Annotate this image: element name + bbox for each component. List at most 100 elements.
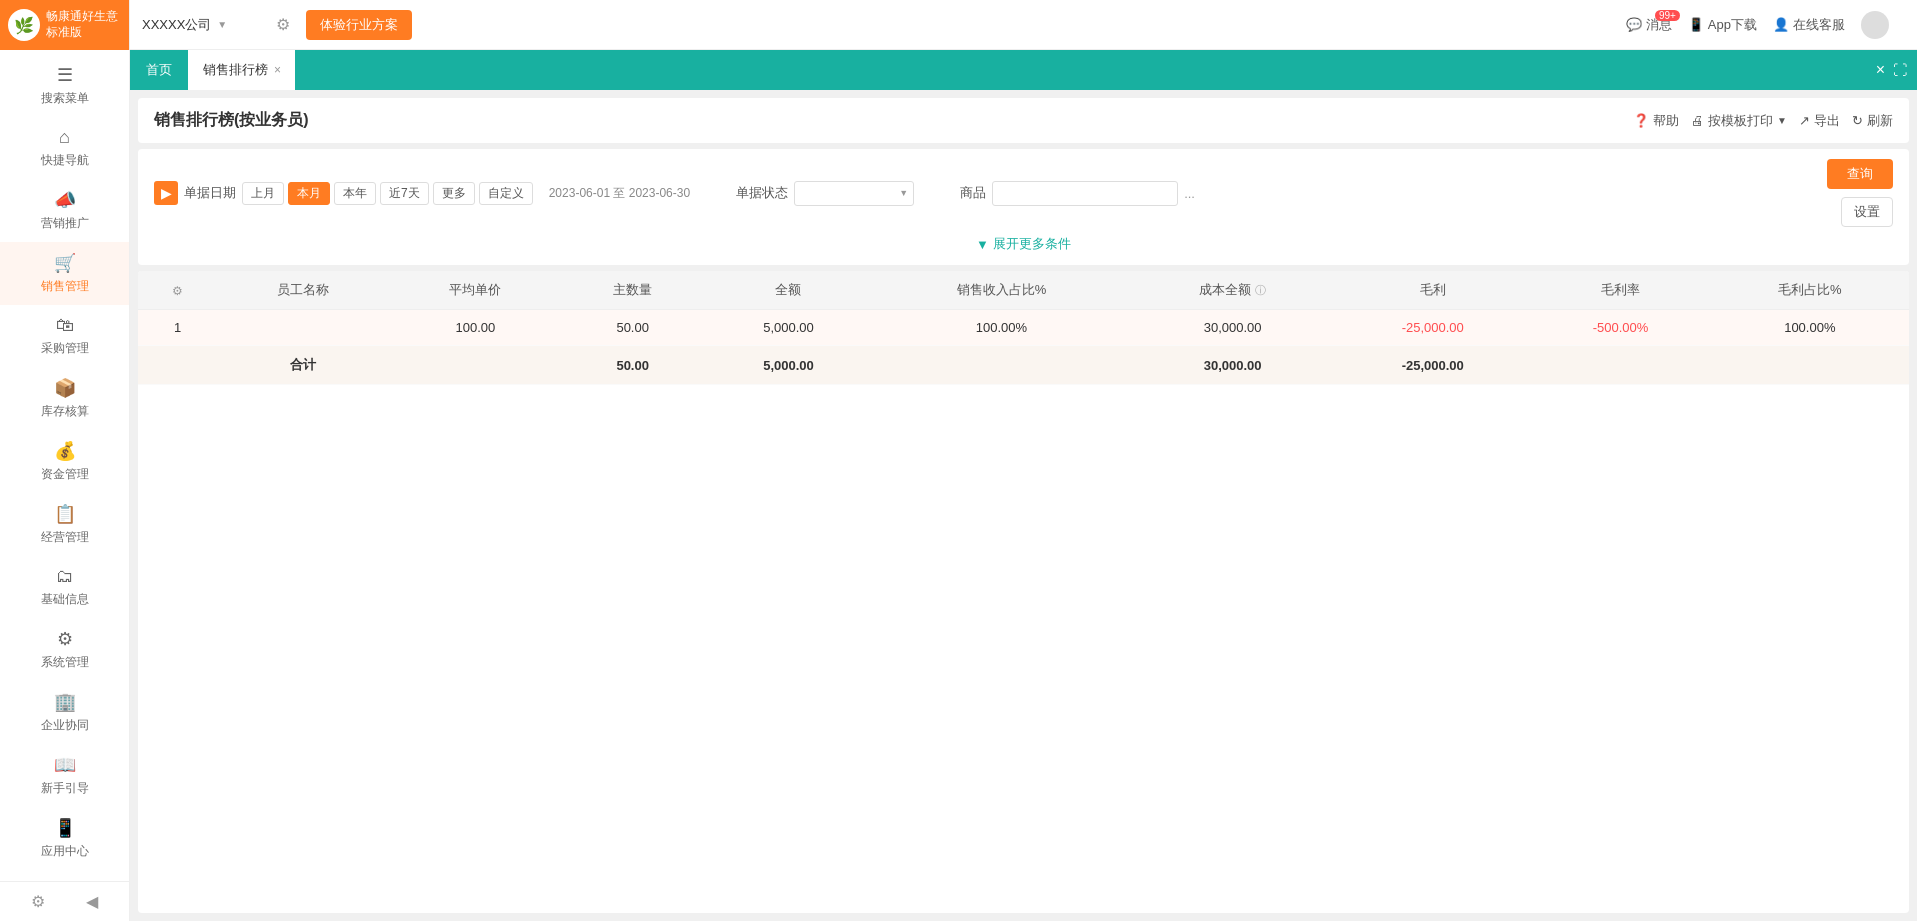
cell-gross-pct: 100.00% (1711, 310, 1909, 346)
date-range-btns: 上月 本月 本年 近7天 更多 自定义 (242, 182, 533, 205)
settings-btn[interactable]: 设置 (1841, 197, 1893, 227)
footer-label (138, 346, 217, 385)
table-area: ⚙ 员工名称 平均单价 主数量 全额 销售收入占比% 成本全额 ⓘ 毛利 毛利率 (138, 271, 1909, 913)
th-amount: 全额 (704, 271, 873, 310)
operation-icon: 📋 (54, 503, 76, 525)
footer-amount: 5,000.00 (704, 346, 873, 385)
date-btn-this-month[interactable]: 本月 (288, 182, 330, 205)
message-btn[interactable]: 💬 消息 99+ (1626, 16, 1672, 34)
th-gross-pct: 毛利占比% (1711, 271, 1909, 310)
footer-avg-price (389, 346, 561, 385)
sidebar-item-search[interactable]: ☰ 搜索菜单 (0, 54, 129, 117)
date-btn-last-month[interactable]: 上月 (242, 182, 284, 205)
sidebar-item-sales[interactable]: 🛒 销售管理 (0, 242, 129, 305)
date-btn-7days[interactable]: 近7天 (380, 182, 429, 205)
date-btn-this-year[interactable]: 本年 (334, 182, 376, 205)
footer-gross-rate (1530, 346, 1710, 385)
tabbar: 首页 销售排行榜 × × ⛶ (130, 50, 1917, 90)
close-window-icon[interactable]: × (1876, 61, 1885, 79)
footer-sales-pct (873, 346, 1130, 385)
cell-cost: 30,000.00 (1130, 310, 1335, 346)
data-table: ⚙ 员工名称 平均单价 主数量 全额 销售收入占比% 成本全额 ⓘ 毛利 毛利率 (138, 271, 1909, 385)
th-gross: 毛利 (1335, 271, 1530, 310)
date-btn-custom[interactable]: 自定义 (479, 182, 533, 205)
expand-window-icon[interactable]: ⛶ (1893, 62, 1907, 78)
export-btn[interactable]: ↗ 导出 (1799, 112, 1840, 130)
app-logo: 🌿 畅康通好生意 标准版 (0, 0, 129, 50)
sidebar-item-app-center[interactable]: 📱 应用中心 (0, 807, 129, 870)
sidebar-item-guide[interactable]: 📖 新手引导 (0, 744, 129, 807)
status-select[interactable] (794, 181, 914, 206)
sidebar-item-wechat[interactable]: 💬 企业微信 (0, 870, 129, 881)
app-download-btn[interactable]: 📱 App下载 (1688, 16, 1757, 34)
system-icon: ⚙ (57, 628, 73, 650)
sales-icon: 🛒 (54, 252, 76, 274)
th-rank: ⚙ (138, 271, 217, 310)
th-sales-pct: 销售收入占比% (873, 271, 1130, 310)
page-title: 销售排行榜(按业务员) (154, 110, 309, 131)
sidebar-item-basic[interactable]: 🗂 基础信息 (0, 556, 129, 618)
table-footer-row: 合计 50.00 5,000.00 30,000.00 -25,000.00 (138, 346, 1909, 385)
topbar-right: 💬 消息 99+ 📱 App下载 👤 在线客服 (1626, 11, 1905, 39)
cell-rank: 1 (138, 310, 217, 346)
refresh-btn[interactable]: ↻ 刷新 (1852, 112, 1893, 130)
th-gross-rate: 毛利率 (1530, 271, 1710, 310)
company-selector[interactable]: XXXXX公司 ▼ (142, 16, 262, 34)
filter-right-actions: 查询 设置 (1827, 159, 1893, 227)
sidebar-nav: ☰ 搜索菜单 ⌂ 快捷导航 📣 营销推广 🛒 销售管理 🛍 采购管理 📦 库存核… (0, 50, 129, 881)
finance-icon: 💰 (54, 440, 76, 462)
help-btn[interactable]: ❓ 帮助 (1633, 112, 1679, 130)
th-cost: 成本全额 ⓘ (1130, 271, 1335, 310)
content-area: 销售排行榜(按业务员) ❓ 帮助 🖨 按模板打印 ▼ ↗ 导出 ↻ 刷新 (130, 90, 1917, 921)
company-dropdown-arrow: ▼ (217, 19, 227, 30)
company-name: XXXXX公司 (142, 16, 211, 34)
export-icon: ↗ (1799, 113, 1810, 128)
settings-icon[interactable]: ⚙ (172, 284, 183, 298)
collapse-sidebar-btn[interactable]: ◀ (86, 892, 98, 911)
print-btn[interactable]: 🖨 按模板打印 ▼ (1691, 112, 1787, 130)
basic-icon: 🗂 (56, 566, 74, 587)
filter-row-1: ▶ 单据日期 上月 本月 本年 近7天 更多 自定义 2023-06-01 至 … (154, 159, 1893, 227)
expand-more-btn[interactable]: ▼ 展开更多条件 (976, 235, 1071, 253)
online-service-btn[interactable]: 👤 在线客服 (1773, 16, 1845, 34)
purchase-icon: 🛍 (56, 315, 74, 336)
tab-home[interactable]: 首页 (130, 50, 188, 90)
sidebar-item-enterprise[interactable]: 🏢 企业协同 (0, 681, 129, 744)
logo-text: 畅康通好生意 标准版 (46, 9, 118, 40)
trial-btn[interactable]: 体验行业方案 (306, 10, 412, 40)
tabbar-actions: × ⛶ (1866, 61, 1917, 79)
status-filter: 单据状态 (736, 181, 914, 206)
date-btn-more[interactable]: 更多 (433, 182, 475, 205)
sidebar-item-marketing[interactable]: 📣 营销推广 (0, 179, 129, 242)
th-avg-price: 平均单价 (389, 271, 561, 310)
home-icon: ⌂ (59, 127, 70, 148)
sidebar-item-inventory[interactable]: 📦 库存核算 (0, 367, 129, 430)
tab-close-icon[interactable]: × (274, 63, 281, 77)
tab-label: 销售排行榜 (203, 61, 268, 79)
date-filter: ▶ 单据日期 上月 本月 本年 近7天 更多 自定义 (154, 181, 533, 205)
cost-info-icon[interactable]: ⓘ (1255, 284, 1266, 296)
query-btn[interactable]: 查询 (1827, 159, 1893, 189)
message-icon: 💬 (1626, 17, 1642, 32)
sidebar-item-quick-nav[interactable]: ⌂ 快捷导航 (0, 117, 129, 179)
more-filter-dots[interactable]: ... (1184, 186, 1195, 201)
search-menu-icon: ☰ (57, 64, 73, 86)
settings-footer-btn[interactable]: ⚙ (31, 892, 45, 911)
tab-sales-rank[interactable]: 销售排行榜 × (188, 50, 295, 90)
sidebar-item-finance[interactable]: 💰 资金管理 (0, 430, 129, 493)
enterprise-icon: 🏢 (54, 691, 76, 713)
sidebar: 🌿 畅康通好生意 标准版 ☰ 搜索菜单 ⌂ 快捷导航 📣 营销推广 🛒 销售管理… (0, 0, 130, 921)
sidebar-item-system[interactable]: ⚙ 系统管理 (0, 618, 129, 681)
cell-name (217, 310, 389, 346)
filter-expand-icon[interactable]: ▶ (154, 181, 178, 205)
app-icon: 📱 (1688, 17, 1704, 32)
goods-input[interactable] (992, 181, 1178, 206)
sidebar-item-purchase[interactable]: 🛍 采购管理 (0, 305, 129, 367)
date-display-item: 2023-06-01 至 2023-06-30 (549, 185, 690, 202)
footer-qty: 50.00 (561, 346, 704, 385)
sidebar-item-operation[interactable]: 📋 经营管理 (0, 493, 129, 556)
topbar-gear-icon[interactable]: ⚙ (276, 15, 290, 34)
main-area: XXXXX公司 ▼ ⚙ 体验行业方案 💬 消息 99+ 📱 App下载 👤 在线… (130, 0, 1917, 921)
user-avatar[interactable] (1861, 11, 1889, 39)
inventory-icon: 📦 (54, 377, 76, 399)
